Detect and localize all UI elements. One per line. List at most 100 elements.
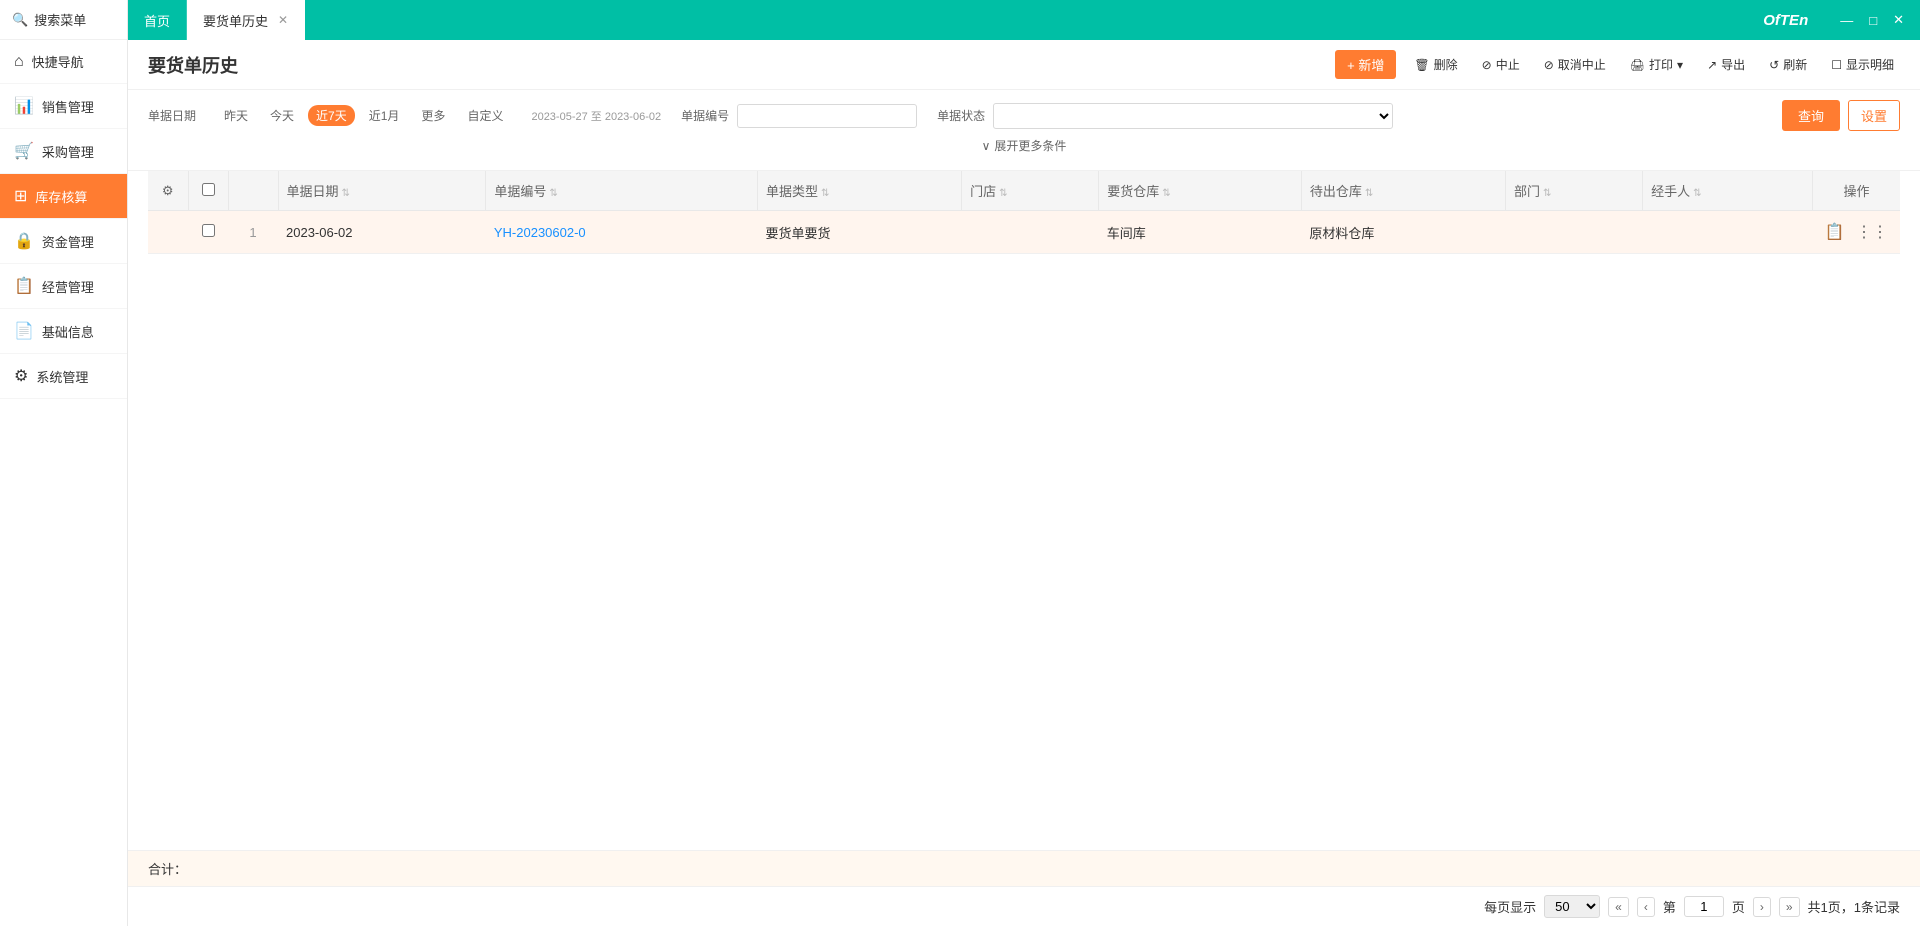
sidebar: 🔍 搜索菜单 ⌂ 快捷导航 📊 销售管理 🛒 采购管理 ⊞ 库存核算 🔒 资金管…: [0, 0, 128, 926]
sort-icon-department: ⇅: [1543, 188, 1551, 199]
date-btn-7days[interactable]: 近7天: [308, 105, 355, 126]
table-row: 1 2023-06-02 YH-20230602-0 要货单要货 车间库 原材料…: [148, 211, 1900, 254]
cancel-stop-button[interactable]: ⊘ 取消中止: [1538, 52, 1612, 77]
gear-icon: ⚙: [14, 366, 28, 386]
th-department-label: 部门: [1514, 184, 1540, 199]
date-btn-today[interactable]: 今天: [262, 105, 302, 126]
page-header: 要货单历史 + 新增 🗑 删除 ⊘ 中止 ⊘ 取消中止 🖨 打印: [128, 40, 1920, 90]
first-page-button[interactable]: «: [1608, 897, 1629, 917]
tab-home[interactable]: 首页: [128, 0, 187, 40]
page-number-input[interactable]: [1684, 896, 1724, 917]
date-btn-1month[interactable]: 近1月: [361, 105, 408, 126]
cell-doc-no: YH-20230602-0: [486, 211, 758, 254]
print-button[interactable]: 🖨 打印 ▾: [1624, 52, 1689, 77]
th-pending-warehouse-label: 待出仓库: [1310, 184, 1362, 199]
th-action: 操作: [1812, 171, 1900, 211]
th-department[interactable]: 部门⇅: [1505, 171, 1642, 211]
row-checkbox[interactable]: [202, 224, 215, 237]
prev-page-button[interactable]: ‹: [1637, 897, 1655, 917]
close-icon[interactable]: ✕: [1893, 12, 1904, 28]
th-pending-warehouse[interactable]: 待出仓库⇅: [1301, 171, 1505, 211]
sort-icon-req-warehouse: ⇅: [1162, 188, 1170, 199]
expand-more-button[interactable]: ∨ 展开更多条件: [148, 131, 1900, 160]
sidebar-item-basic[interactable]: 📄 基础信息: [0, 309, 127, 354]
chevron-down-icon: ∨: [982, 139, 991, 153]
clipboard-icon: 📋: [14, 276, 34, 296]
refresh-icon: ↺: [1769, 58, 1779, 72]
sidebar-search-label: 搜索菜单: [34, 10, 86, 29]
date-label: 单据日期: [148, 107, 196, 124]
sidebar-search[interactable]: 🔍 搜索菜单: [0, 0, 127, 40]
export-label: 导出: [1721, 56, 1745, 73]
th-checkbox: [188, 171, 228, 211]
row-edit-icon[interactable]: 📋: [1820, 220, 1848, 244]
content: 要货单历史 + 新增 🗑 删除 ⊘ 中止 ⊘ 取消中止 🖨 打印: [128, 40, 1920, 926]
delete-label: 删除: [1434, 56, 1458, 73]
sidebar-item-label: 资金管理: [42, 232, 94, 251]
th-doc-no[interactable]: 单据编号⇅: [486, 171, 758, 211]
page-title: 要货单历史: [148, 52, 1335, 78]
doc-number-label: 单据编号: [681, 107, 729, 124]
display-detail-button[interactable]: ☐ 显示明细: [1825, 52, 1900, 77]
tab-close-icon[interactable]: ✕: [278, 13, 288, 27]
doc-no-link[interactable]: YH-20230602-0: [494, 225, 586, 240]
sidebar-item-purchase[interactable]: 🛒 采购管理: [0, 129, 127, 174]
maximize-icon[interactable]: □: [1869, 13, 1877, 28]
row-more-icon[interactable]: ⋮⋮: [1852, 220, 1892, 244]
filter-date-btns: 昨天 今天 近7天 近1月 更多 自定义: [216, 105, 511, 126]
th-req-warehouse[interactable]: 要货仓库⇅: [1099, 171, 1302, 211]
select-all-checkbox[interactable]: [202, 183, 215, 196]
sidebar-item-label: 经营管理: [42, 277, 94, 296]
sidebar-item-label: 基础信息: [42, 322, 94, 341]
total-label: 合计：: [148, 859, 187, 878]
cell-num: 1: [228, 211, 278, 254]
grid-icon: ⊞: [14, 186, 27, 206]
filter-actions: 查询 设置: [1782, 100, 1900, 131]
cell-req-warehouse: 车间库: [1099, 211, 1302, 254]
setting-button[interactable]: 设置: [1848, 100, 1900, 131]
date-btn-more[interactable]: 更多: [413, 105, 453, 126]
sidebar-item-operation[interactable]: 📋 经营管理: [0, 264, 127, 309]
display-detail-label: 显示明细: [1846, 56, 1894, 73]
date-btn-yesterday[interactable]: 昨天: [216, 105, 256, 126]
th-store-label: 门店: [970, 184, 996, 199]
filter-row: 单据日期 昨天 今天 近7天 近1月 更多 自定义 2023-05-27 至 2…: [148, 100, 1900, 131]
tab-history-label: 要货单历史: [203, 11, 268, 30]
sidebar-item-label: 系统管理: [36, 367, 88, 386]
filter-bar: 单据日期 昨天 今天 近7天 近1月 更多 自定义 2023-05-27 至 2…: [128, 90, 1920, 171]
th-date-label: 单据日期: [287, 184, 339, 199]
th-doc-type[interactable]: 单据类型⇅: [758, 171, 962, 211]
sidebar-item-system[interactable]: ⚙ 系统管理: [0, 354, 127, 399]
export-button[interactable]: ↗ 导出: [1701, 52, 1751, 77]
th-doc-type-label: 单据类型: [766, 184, 818, 199]
query-button[interactable]: 查询: [1782, 100, 1840, 131]
expand-more-label: 展开更多条件: [994, 137, 1066, 154]
cell-checkbox[interactable]: [188, 211, 228, 254]
th-handler[interactable]: 经手人⇅: [1643, 171, 1813, 211]
delete-button[interactable]: 🗑 删除: [1408, 52, 1463, 77]
th-settings[interactable]: ⚙: [148, 171, 188, 211]
add-button[interactable]: + 新增: [1335, 50, 1396, 79]
refresh-button[interactable]: ↺ 刷新: [1763, 52, 1813, 77]
home-icon: ⌂: [14, 53, 24, 71]
date-btn-custom[interactable]: 自定义: [459, 105, 511, 126]
sidebar-item-label: 采购管理: [42, 142, 94, 161]
cell-pending-warehouse: 原材料仓库: [1301, 211, 1505, 254]
sidebar-item-quick-nav[interactable]: ⌂ 快捷导航: [0, 40, 127, 84]
next-page-button[interactable]: ›: [1753, 897, 1771, 917]
sidebar-item-inventory[interactable]: ⊞ 库存核算: [0, 174, 127, 219]
th-store[interactable]: 门店⇅: [962, 171, 1099, 211]
doc-icon: 📄: [14, 321, 34, 341]
sidebar-item-label: 销售管理: [42, 97, 94, 116]
th-date[interactable]: 单据日期⇅: [278, 171, 486, 211]
status-select[interactable]: [993, 103, 1393, 129]
sidebar-item-sales[interactable]: 📊 销售管理: [0, 84, 127, 129]
minimize-icon[interactable]: —: [1840, 13, 1853, 28]
sidebar-item-finance[interactable]: 🔒 资金管理: [0, 219, 127, 264]
stop-button[interactable]: ⊘ 中止: [1476, 52, 1526, 77]
per-page-select[interactable]: 2050100200: [1544, 895, 1600, 918]
last-page-button[interactable]: »: [1779, 897, 1800, 917]
tab-history[interactable]: 要货单历史 ✕: [187, 0, 305, 40]
doc-number-input[interactable]: [737, 104, 917, 128]
page-unit: 页: [1732, 897, 1745, 916]
